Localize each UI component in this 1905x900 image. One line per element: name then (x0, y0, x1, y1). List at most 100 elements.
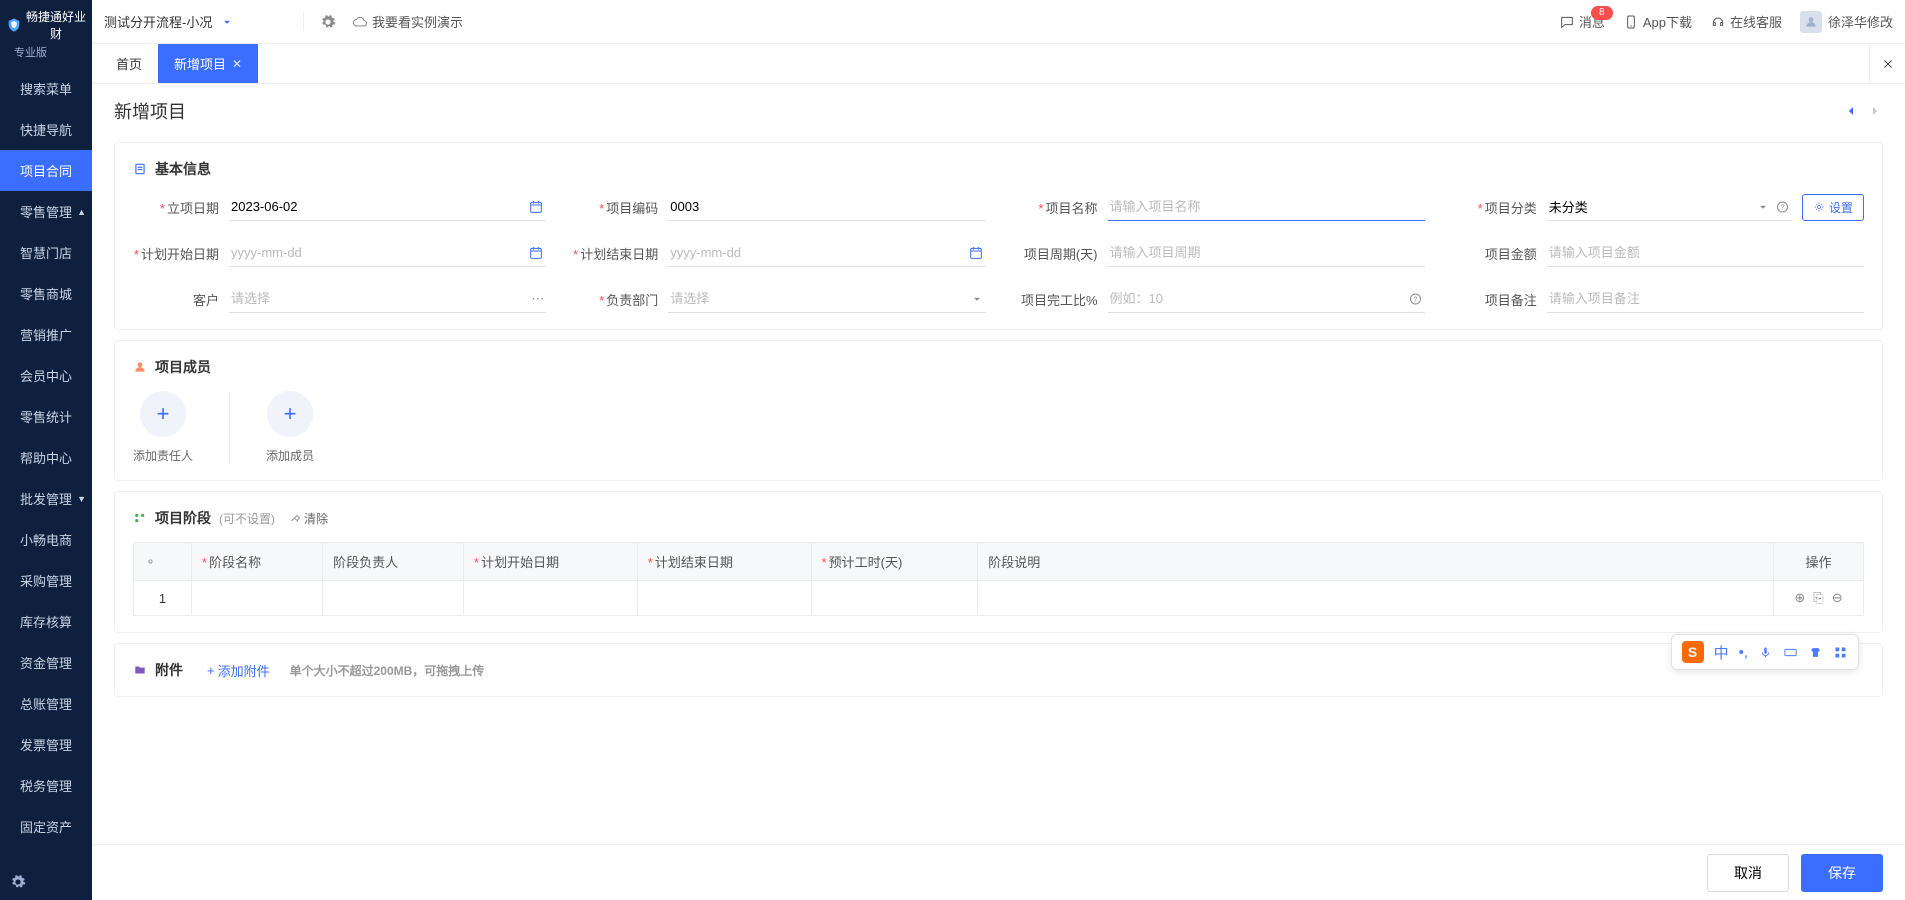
ime-toolbox-icon[interactable] (1833, 645, 1848, 660)
input-project-name[interactable] (1108, 193, 1425, 221)
sidebar-item-0[interactable]: 搜索菜单 (0, 68, 92, 109)
row-index: 1 (134, 581, 192, 616)
close-icon[interactable]: ✕ (232, 57, 242, 71)
sidebar-item-4[interactable]: 智慧门店 (0, 232, 92, 273)
gear-icon (144, 555, 157, 568)
sogou-logo-icon: S (1682, 641, 1704, 663)
cell-end[interactable] (637, 581, 811, 616)
add-member-button[interactable]: + (267, 391, 313, 437)
calendar-icon[interactable] (968, 245, 984, 261)
input-customer[interactable] (229, 285, 546, 313)
sidebar-settings[interactable] (0, 864, 92, 900)
input-cycle[interactable] (1108, 239, 1425, 267)
next-record[interactable] (1867, 103, 1883, 119)
category-settings-button[interactable]: 设置 (1802, 194, 1864, 221)
content-scroll[interactable]: 基本信息 *立项日期 *项目编码 *项目名称 *项目分类 (92, 132, 1905, 900)
label-department: 负责部门 (606, 293, 658, 308)
input-project-date[interactable] (229, 193, 546, 221)
input-project-code[interactable] (668, 193, 985, 221)
sidebar-item-1[interactable]: 快捷导航 (0, 109, 92, 150)
tab-active-label: 新增项目 (174, 54, 226, 73)
col-stage-start: *计划开始日期 (464, 543, 638, 581)
sidebar-item-6[interactable]: 营销推广 (0, 314, 92, 355)
tab-home[interactable]: 首页 (100, 44, 158, 83)
stages-table: *阶段名称 阶段负责人 *计划开始日期 *计划结束日期 *预计工时(天) 阶段说… (133, 542, 1864, 616)
sidebar-item-18[interactable]: 固定资产 (0, 806, 92, 847)
sidebar-item-13[interactable]: 库存核算 (0, 601, 92, 642)
cell-owner[interactable] (323, 581, 464, 616)
ime-skin-icon[interactable] (1808, 645, 1823, 660)
calendar-icon[interactable] (528, 245, 544, 261)
sidebar-item-8[interactable]: 零售统计 (0, 396, 92, 437)
demo-label: 我要看实例演示 (372, 12, 463, 31)
ime-keyboard-icon[interactable] (1783, 645, 1798, 660)
account-name: 测试分开流程-小况 (104, 12, 212, 31)
messages-link[interactable]: 消息 (1559, 12, 1605, 31)
avatar (1800, 11, 1822, 33)
cell-desc[interactable] (978, 581, 1774, 616)
chevron-down-icon[interactable] (970, 292, 984, 306)
ime-toolbar[interactable]: S 中 •, (1671, 634, 1859, 670)
sidebar-item-12[interactable]: 采购管理 (0, 560, 92, 601)
sidebar-item-10[interactable]: 批发管理▼ (0, 478, 92, 519)
add-attachment-button[interactable]: +添加附件 (207, 661, 270, 680)
input-plan-end[interactable] (668, 239, 985, 267)
gear-icon[interactable] (320, 14, 336, 30)
col-stage-name: *阶段名称 (192, 543, 323, 581)
add-owner-button[interactable]: + (140, 391, 186, 437)
help-icon[interactable]: ? (1408, 292, 1423, 307)
ime-punct-icon[interactable]: •, (1739, 644, 1748, 661)
input-remark[interactable] (1547, 285, 1864, 313)
sidebar-item-14[interactable]: 资金管理 (0, 642, 92, 683)
app-download-link[interactable]: App下载 (1623, 12, 1692, 31)
save-button[interactable]: 保存 (1801, 854, 1883, 892)
sidebar-item-15[interactable]: 总账管理 (0, 683, 92, 724)
sidebar: 畅捷通好业财 专业版 搜索菜单快捷导航项目合同零售管理▲智慧门店零售商城营销推广… (0, 0, 92, 900)
chevron-down-icon (220, 15, 234, 29)
cell-start[interactable] (464, 581, 638, 616)
close-all-tabs[interactable] (1869, 44, 1905, 83)
stages-icon (133, 511, 147, 525)
sidebar-item-11[interactable]: 小畅电商 (0, 519, 92, 560)
account-selector[interactable]: 测试分开流程-小况 (104, 12, 304, 31)
sidebar-item-9[interactable]: 帮助中心 (0, 437, 92, 478)
input-amount[interactable] (1547, 239, 1864, 267)
input-completion-pct[interactable] (1108, 285, 1425, 313)
demo-link[interactable]: 我要看实例演示 (352, 12, 463, 31)
sidebar-item-2[interactable]: 项目合同 (0, 150, 92, 191)
section-attach-title: 附件 (155, 660, 183, 680)
label-project-name: 项目名称 (1045, 201, 1097, 216)
cell-name[interactable] (192, 581, 323, 616)
sidebar-item-16[interactable]: 发票管理 (0, 724, 92, 765)
customer-service-link[interactable]: 在线客服 (1710, 12, 1782, 31)
row-add-button[interactable]: ⊕ (1794, 590, 1805, 606)
sidebar-item-3[interactable]: 零售管理▲ (0, 191, 92, 232)
user-menu[interactable]: 徐泽华修改 (1800, 11, 1893, 33)
card-basic-info: 基本信息 *立项日期 *项目编码 *项目名称 *项目分类 (114, 142, 1883, 330)
eraser-icon (289, 512, 301, 524)
caret-left-icon (1843, 103, 1859, 119)
chevron-down-icon[interactable] (1756, 200, 1770, 214)
svg-text:?: ? (1413, 297, 1417, 304)
prev-record[interactable] (1843, 103, 1859, 119)
input-plan-start[interactable] (229, 239, 546, 267)
col-gear[interactable] (134, 543, 192, 581)
cancel-button[interactable]: 取消 (1707, 854, 1789, 892)
help-icon[interactable]: ? (1775, 200, 1790, 215)
attach-hint: 单个大小不超过200MB，可拖拽上传 (290, 662, 485, 679)
ime-mic-icon[interactable] (1758, 645, 1773, 660)
calendar-icon[interactable] (528, 199, 544, 215)
row-copy-button[interactable]: ⎘ (1813, 590, 1823, 606)
app-label: App下载 (1643, 12, 1692, 31)
clear-stages-button[interactable]: 清除 (289, 510, 328, 527)
more-icon[interactable]: ⋯ (531, 291, 544, 307)
ime-lang[interactable]: 中 (1714, 642, 1729, 663)
sidebar-item-17[interactable]: 税务管理 (0, 765, 92, 806)
sidebar-item-7[interactable]: 会员中心 (0, 355, 92, 396)
tab-new-project[interactable]: 新增项目 ✕ (158, 44, 258, 83)
row-delete-button[interactable]: ⊖ (1832, 590, 1843, 606)
cell-hours[interactable] (811, 581, 978, 616)
input-department[interactable] (668, 285, 985, 313)
sidebar-item-5[interactable]: 零售商城 (0, 273, 92, 314)
caret-icon: ▲ (77, 207, 86, 217)
